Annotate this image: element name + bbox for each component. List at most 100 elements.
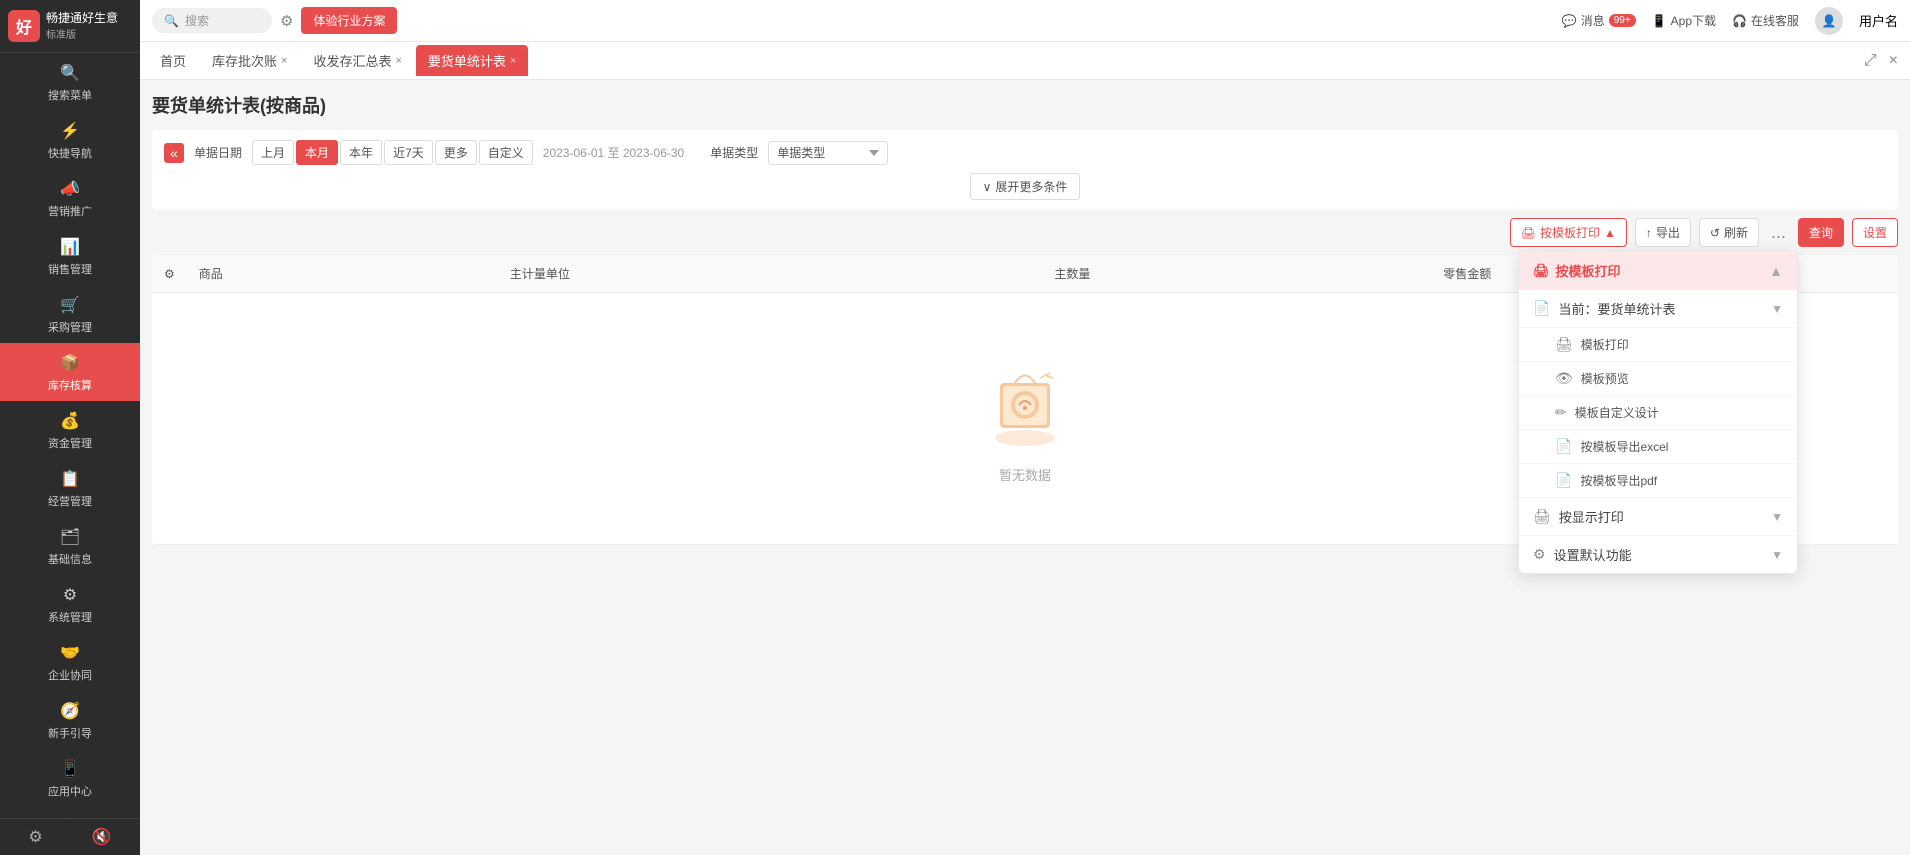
settings-button[interactable]: ⚙ (28, 827, 42, 847)
sidebar-item-purchase[interactable]: 🛒 采购管理 (0, 285, 140, 343)
default-settings-label: 设置默认功能 (1554, 545, 1632, 564)
refresh-btn[interactable]: ↺ 刷新 (1699, 218, 1759, 247)
messages-btn[interactable]: 💬 消息 99+ (1562, 12, 1636, 29)
sidebar-item-label: 销售管理 (48, 261, 92, 277)
sidebar-item-label: 基础信息 (48, 551, 92, 567)
sidebar-item-sales[interactable]: 📊 销售管理 (0, 227, 140, 285)
sidebar-item-operation[interactable]: 📋 经营管理 (0, 459, 140, 517)
tab-collection-summary-label: 收发存汇总表 (313, 51, 391, 70)
print-btn-label: 按模板打印 (1540, 224, 1600, 241)
sidebar-item-label: 资金管理 (48, 435, 92, 451)
date-btn-prev-month[interactable]: 上月 (252, 140, 294, 165)
trial-btn[interactable]: 体验行业方案 (301, 7, 397, 34)
export-btn-label: 导出 (1656, 224, 1680, 241)
topbar-gear-icon[interactable]: ⚙ (280, 12, 293, 30)
dropdown-item-export-excel[interactable]: 📄 按模板导出excel (1519, 430, 1797, 464)
tab-bar: 首页 库存批次账 × 收发存汇总表 × 要货单统计表 × ⤢ × (140, 42, 1910, 80)
inventory-icon: 📦 (60, 353, 80, 373)
purchase-icon: 🛒 (60, 295, 80, 315)
print-btn[interactable]: 🖨 按模板打印 ▲ (1510, 218, 1627, 247)
date-btn-more[interactable]: 更多 (435, 140, 477, 165)
sidebar-item-inventory[interactable]: 📦 库存核算 (0, 343, 140, 401)
print-dropdown: 🖨 按模板打印 ▲ 📄 当前：要货单统计表 ▼ 🖨 模板打印 (1518, 250, 1798, 574)
sidebar-item-marketing[interactable]: 📣 营销推广 (0, 169, 140, 227)
sidebar-item-enterprise[interactable]: 🤝 企业协同 (0, 633, 140, 691)
dropdown-current-item[interactable]: 📄 当前：要货单统计表 ▼ (1519, 290, 1797, 328)
sidebar-item-system[interactable]: ⚙ 系统管理 (0, 575, 140, 633)
dropdown-display-print[interactable]: 🖨 按显示打印 ▼ (1519, 498, 1797, 536)
refresh-icon: ↺ (1710, 226, 1720, 240)
th-settings[interactable]: ⚙ (152, 255, 187, 293)
refresh-btn-label: 刷新 (1724, 224, 1748, 241)
page-title: 要货单统计表(按商品) (152, 92, 1898, 118)
topbar: 🔍 搜索 ⚙ 体验行业方案 💬 消息 99+ 📱 App下载 🎧 在线客服 👤 … (140, 0, 1910, 42)
tab-order-stats-close[interactable]: × (510, 55, 516, 67)
sidebar-item-guide[interactable]: 🧭 新手引导 (0, 691, 140, 749)
sidebar-item-wechat[interactable]: 💬 企业微信 (0, 807, 140, 818)
sidebar-bottom: ⚙ 🔇 (0, 818, 140, 855)
th-unit: 主计量单位 (498, 255, 1042, 293)
sidebar-item-search[interactable]: 🔍 搜索菜单 (0, 53, 140, 111)
expand-more-label: 展开更多条件 (995, 178, 1067, 195)
dropdown-item-template-print[interactable]: 🖨 模板打印 (1519, 328, 1797, 362)
dropdown-item-export-pdf[interactable]: 📄 按模板导出pdf (1519, 464, 1797, 498)
tab-batch-account[interactable]: 库存批次账 × (200, 45, 299, 76)
current-arrow-icon: ▼ (1771, 302, 1783, 316)
guide-icon: 🧭 (60, 701, 80, 721)
sidebar-item-basic[interactable]: 🗂 基础信息 (0, 517, 140, 575)
template-preview-icon: 👁 (1555, 370, 1573, 387)
mute-button[interactable]: 🔇 (92, 827, 112, 847)
sales-icon: 📊 (60, 237, 80, 257)
tab-maximize-btn[interactable]: ⤢ (1860, 50, 1881, 72)
sidebar-item-finance[interactable]: 💰 资金管理 (0, 401, 140, 459)
quick-nav-icon: ⚡ (60, 121, 80, 141)
order-type-select[interactable]: 单据类型 (768, 141, 888, 165)
operation-icon: 📋 (60, 469, 80, 489)
date-btn-recent-7[interactable]: 近7天 (384, 140, 433, 165)
date-btn-current-year[interactable]: 本年 (340, 140, 382, 165)
sidebar-item-label: 营销推广 (48, 203, 92, 219)
date-btn-current-month[interactable]: 本月 (296, 140, 338, 165)
more-btn[interactable]: ... (1767, 222, 1790, 243)
filter-collapse-btn[interactable]: « (164, 143, 184, 163)
print-icon: 🖨 (1521, 226, 1536, 240)
sidebar-item-app-center[interactable]: 📱 应用中心 (0, 749, 140, 807)
print-chevron-icon: ▲ (1604, 226, 1616, 240)
app-download-btn[interactable]: 📱 App下载 (1652, 12, 1716, 29)
tab-collection-summary[interactable]: 收发存汇总表 × (301, 45, 413, 76)
sidebar-item-label: 企业协同 (48, 667, 92, 683)
tab-collection-summary-close[interactable]: × (395, 55, 401, 67)
avatar[interactable]: 👤 (1815, 7, 1843, 35)
template-custom-icon: ✏ (1555, 404, 1567, 421)
dropdown-close-btn[interactable]: ▲ (1769, 263, 1783, 279)
messages-label: 消息 (1581, 12, 1605, 29)
app-download-icon: 📱 (1652, 14, 1667, 28)
tab-home[interactable]: 首页 (148, 45, 198, 76)
dropdown-item-template-preview[interactable]: 👁 模板预览 (1519, 362, 1797, 396)
empty-icon (975, 353, 1075, 453)
display-print-icon: 🖨 (1533, 508, 1551, 525)
sidebar-item-label: 经营管理 (48, 493, 92, 509)
tab-batch-account-close[interactable]: × (281, 55, 287, 67)
dropdown-title-text: 按模板打印 (1556, 261, 1621, 280)
filter-row-1: « 单据日期 上月 本月 本年 近7天 更多 自定义 2023-06-01 至 … (164, 140, 1886, 165)
date-btn-custom[interactable]: 自定义 (479, 140, 533, 165)
settings-btn[interactable]: 设置 (1852, 218, 1898, 247)
online-service-btn[interactable]: 🎧 在线客服 (1732, 12, 1799, 29)
sidebar-item-label: 快捷导航 (48, 145, 92, 161)
expand-more-btn[interactable]: ∨ 展开更多条件 (970, 173, 1081, 200)
search-icon: 🔍 (164, 14, 179, 28)
logo-icon: 好 (8, 10, 40, 42)
content-area: 要货单统计表(按商品) « 单据日期 上月 本月 本年 近7天 更多 自定义 2… (140, 80, 1910, 855)
dropdown-default-settings[interactable]: ⚙ 设置默认功能 ▼ (1519, 536, 1797, 573)
dropdown-item-template-custom[interactable]: ✏ 模板自定义设计 (1519, 396, 1797, 430)
app-edition: 标准版 (46, 26, 118, 41)
query-btn[interactable]: 查询 (1798, 218, 1844, 247)
tab-minimize-btn[interactable]: × (1885, 50, 1902, 72)
export-btn[interactable]: ↑ 导出 (1635, 218, 1691, 247)
sidebar-item-quick-nav[interactable]: ⚡ 快捷导航 (0, 111, 140, 169)
app-logo: 好 畅捷通好生意 标准版 (0, 0, 140, 53)
tab-order-stats[interactable]: 要货单统计表 × (416, 45, 528, 76)
search-box[interactable]: 🔍 搜索 (152, 8, 272, 33)
template-custom-label: 模板自定义设计 (1575, 404, 1659, 421)
